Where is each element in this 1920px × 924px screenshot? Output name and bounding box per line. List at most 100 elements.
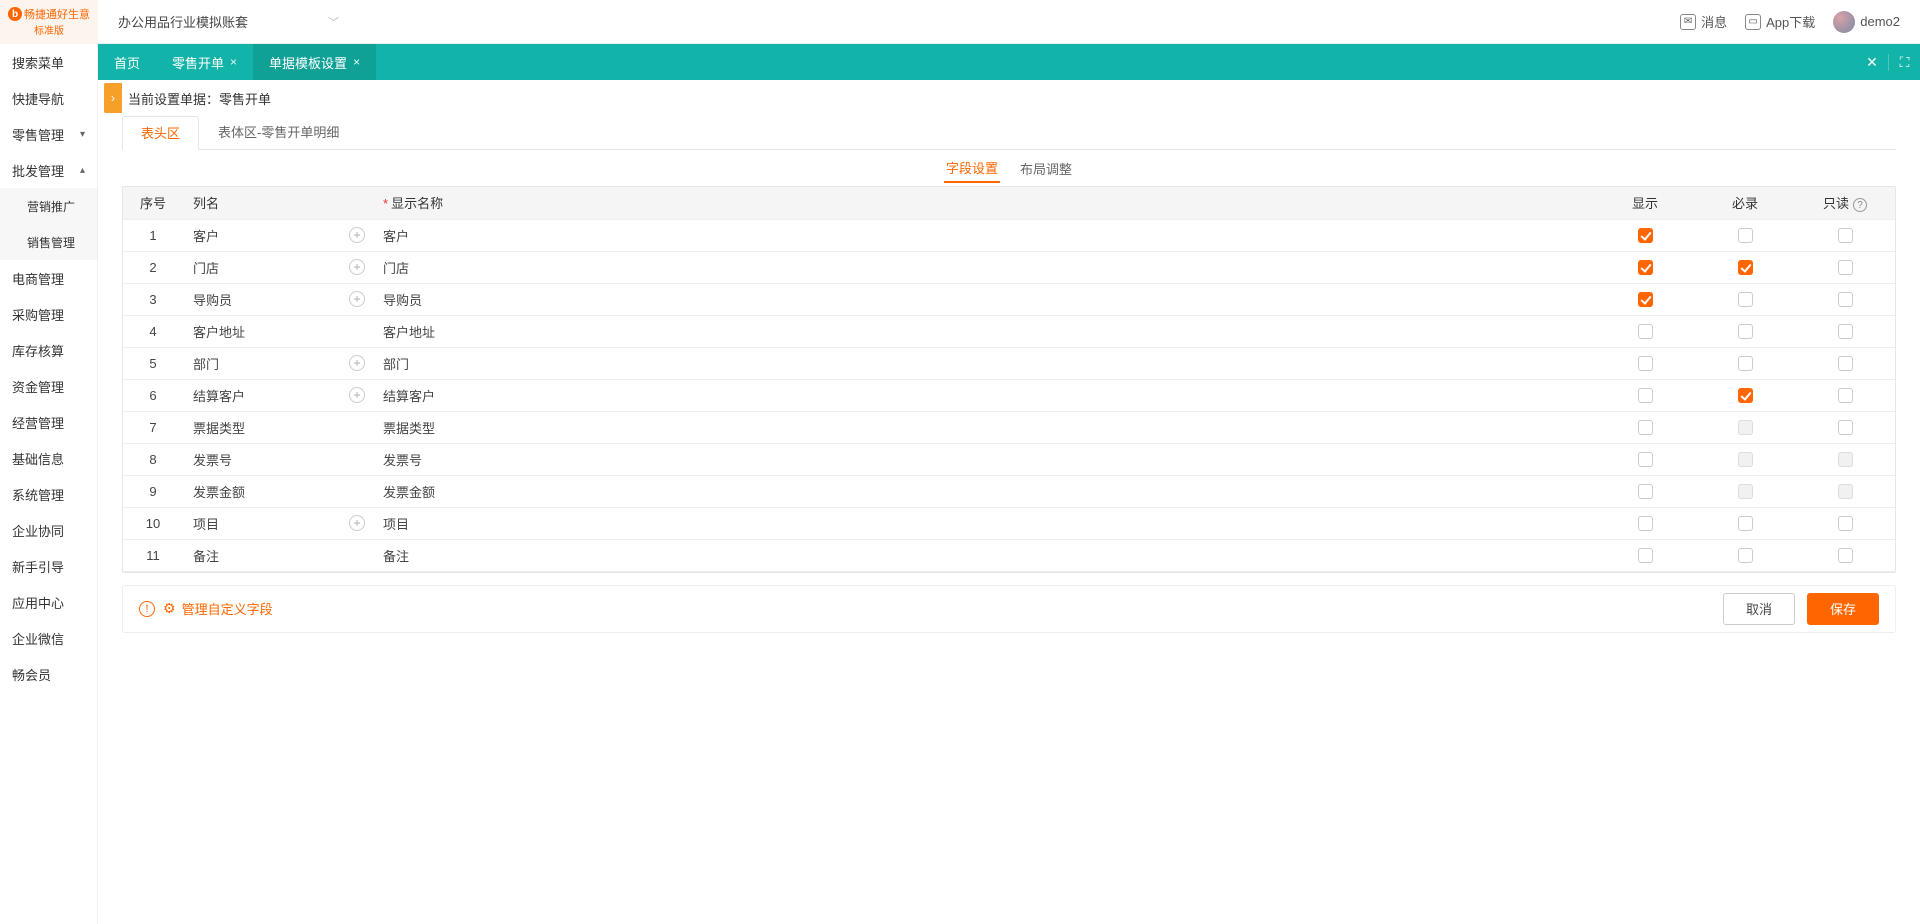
sidebar-item-label: 经营管理	[12, 413, 64, 432]
sidebar-item[interactable]: 资金管理	[0, 368, 97, 404]
add-icon[interactable]: +	[349, 227, 365, 243]
cell-display-name[interactable]: 备注	[373, 539, 1595, 571]
banner-collapse-handle[interactable]: ›	[104, 83, 122, 113]
checkbox-show[interactable]	[1638, 420, 1653, 435]
checkbox-readonly[interactable]	[1838, 420, 1853, 435]
add-icon[interactable]: +	[349, 387, 365, 403]
checkbox-required[interactable]	[1738, 324, 1753, 339]
sidebar-subitem[interactable]: 营销推广	[0, 188, 97, 224]
sidebar-item[interactable]: 库存核算	[0, 332, 97, 368]
checkbox-required[interactable]	[1738, 516, 1753, 531]
sidebar-item-label: 应用中心	[12, 593, 64, 612]
checkbox-required[interactable]	[1738, 356, 1753, 371]
checkbox-required[interactable]	[1738, 228, 1753, 243]
cell-display-name[interactable]: 部门	[373, 347, 1595, 379]
checkbox-show[interactable]	[1638, 484, 1653, 499]
table-row: 11备注备注	[123, 539, 1895, 571]
checkbox-show[interactable]	[1638, 324, 1653, 339]
cell-column-name: 票据类型	[183, 411, 373, 443]
cell-required	[1695, 379, 1795, 411]
app-download-button[interactable]: ▭ App下载	[1745, 12, 1815, 31]
add-icon[interactable]: +	[349, 515, 365, 531]
help-icon[interactable]: ?	[1853, 198, 1867, 212]
table-row: 7票据类型票据类型	[123, 411, 1895, 443]
add-icon[interactable]: +	[349, 259, 365, 275]
zone-tab-body[interactable]: 表体区-零售开单明细	[199, 115, 358, 149]
brand-logo[interactable]: b 畅捷通好生意 标准版	[0, 0, 98, 44]
checkbox-show[interactable]	[1638, 452, 1653, 467]
checkbox-required[interactable]	[1738, 292, 1753, 307]
sidebar-item[interactable]: 应用中心	[0, 584, 97, 620]
cell-display-name[interactable]: 导购员	[373, 283, 1595, 315]
manage-custom-fields-link[interactable]: 管理自定义字段	[182, 599, 273, 618]
sidebar-item[interactable]: 零售管理▾	[0, 116, 97, 152]
checkbox-show[interactable]	[1638, 516, 1653, 531]
checkbox-show[interactable]	[1638, 388, 1653, 403]
fullscreen-button[interactable]: ⛶	[1888, 54, 1920, 71]
brand-icon: b	[8, 7, 22, 21]
add-icon[interactable]: +	[349, 355, 365, 371]
sidebar-item[interactable]: 基础信息	[0, 440, 97, 476]
banner-value: 零售开单	[219, 92, 271, 107]
checkbox-readonly[interactable]	[1838, 388, 1853, 403]
sidebar-item[interactable]: 企业微信	[0, 620, 97, 656]
page-tab-label: 单据模板设置	[269, 53, 347, 72]
warning-icon: !	[139, 601, 155, 617]
messages-button[interactable]: ✉ 消息	[1680, 12, 1727, 31]
cancel-button[interactable]: 取消	[1723, 593, 1795, 625]
checkbox-required	[1738, 420, 1753, 435]
zone-tab-header[interactable]: 表头区	[122, 116, 199, 150]
checkbox-readonly[interactable]	[1838, 260, 1853, 275]
mode-tab-layout[interactable]: 布局调整	[1018, 155, 1074, 182]
cell-display-name[interactable]: 客户	[373, 219, 1595, 251]
cell-required	[1695, 539, 1795, 571]
cell-display-name[interactable]: 门店	[373, 251, 1595, 283]
sidebar-item[interactable]: 经营管理	[0, 404, 97, 440]
page-tab[interactable]: 首页	[98, 44, 156, 80]
sidebar-item[interactable]: 畅会员	[0, 656, 97, 692]
close-all-tabs-button[interactable]: ✕	[1856, 54, 1888, 71]
sidebar-item[interactable]: 搜索菜单	[0, 44, 97, 80]
checkbox-readonly[interactable]	[1838, 292, 1853, 307]
sidebar-item[interactable]: 系统管理	[0, 476, 97, 512]
checkbox-readonly[interactable]	[1838, 516, 1853, 531]
close-icon[interactable]: ×	[230, 55, 237, 69]
sidebar-item[interactable]: 企业协同	[0, 512, 97, 548]
sidebar-item[interactable]: 新手引导	[0, 548, 97, 584]
checkbox-required[interactable]	[1738, 260, 1753, 275]
cell-display-name[interactable]: 项目	[373, 507, 1595, 539]
account-set-selector[interactable]: 办公用品行业模拟账套 ﹀	[118, 12, 339, 31]
checkbox-show[interactable]	[1638, 356, 1653, 371]
cell-column-name: 发票号	[183, 443, 373, 475]
user-menu[interactable]: demo2	[1833, 11, 1900, 33]
mode-tab-fields[interactable]: 字段设置	[944, 154, 1000, 183]
checkbox-required[interactable]	[1738, 388, 1753, 403]
close-icon[interactable]: ×	[353, 55, 360, 69]
checkbox-show[interactable]	[1638, 292, 1653, 307]
cell-display-name[interactable]: 票据类型	[373, 411, 1595, 443]
save-button[interactable]: 保存	[1807, 593, 1879, 625]
sidebar-subitem[interactable]: 销售管理	[0, 224, 97, 260]
cell-required	[1695, 475, 1795, 507]
checkbox-show[interactable]	[1638, 260, 1653, 275]
page-tab[interactable]: 零售开单×	[156, 44, 253, 80]
table-row: 2门店+门店	[123, 251, 1895, 283]
page-tab[interactable]: 单据模板设置 ×	[253, 44, 376, 80]
checkbox-show[interactable]	[1638, 228, 1653, 243]
cell-display-name[interactable]: 发票金额	[373, 475, 1595, 507]
sidebar-item[interactable]: 电商管理	[0, 260, 97, 296]
cell-show	[1595, 219, 1695, 251]
checkbox-show[interactable]	[1638, 548, 1653, 563]
checkbox-readonly[interactable]	[1838, 324, 1853, 339]
checkbox-readonly[interactable]	[1838, 356, 1853, 371]
cell-display-name[interactable]: 发票号	[373, 443, 1595, 475]
checkbox-required[interactable]	[1738, 548, 1753, 563]
checkbox-readonly[interactable]	[1838, 228, 1853, 243]
add-icon[interactable]: +	[349, 291, 365, 307]
cell-display-name[interactable]: 结算客户	[373, 379, 1595, 411]
sidebar-item[interactable]: 快捷导航	[0, 80, 97, 116]
checkbox-readonly[interactable]	[1838, 548, 1853, 563]
sidebar-item[interactable]: 批发管理▴	[0, 152, 97, 188]
sidebar-item[interactable]: 采购管理	[0, 296, 97, 332]
cell-display-name[interactable]: 客户地址	[373, 315, 1595, 347]
